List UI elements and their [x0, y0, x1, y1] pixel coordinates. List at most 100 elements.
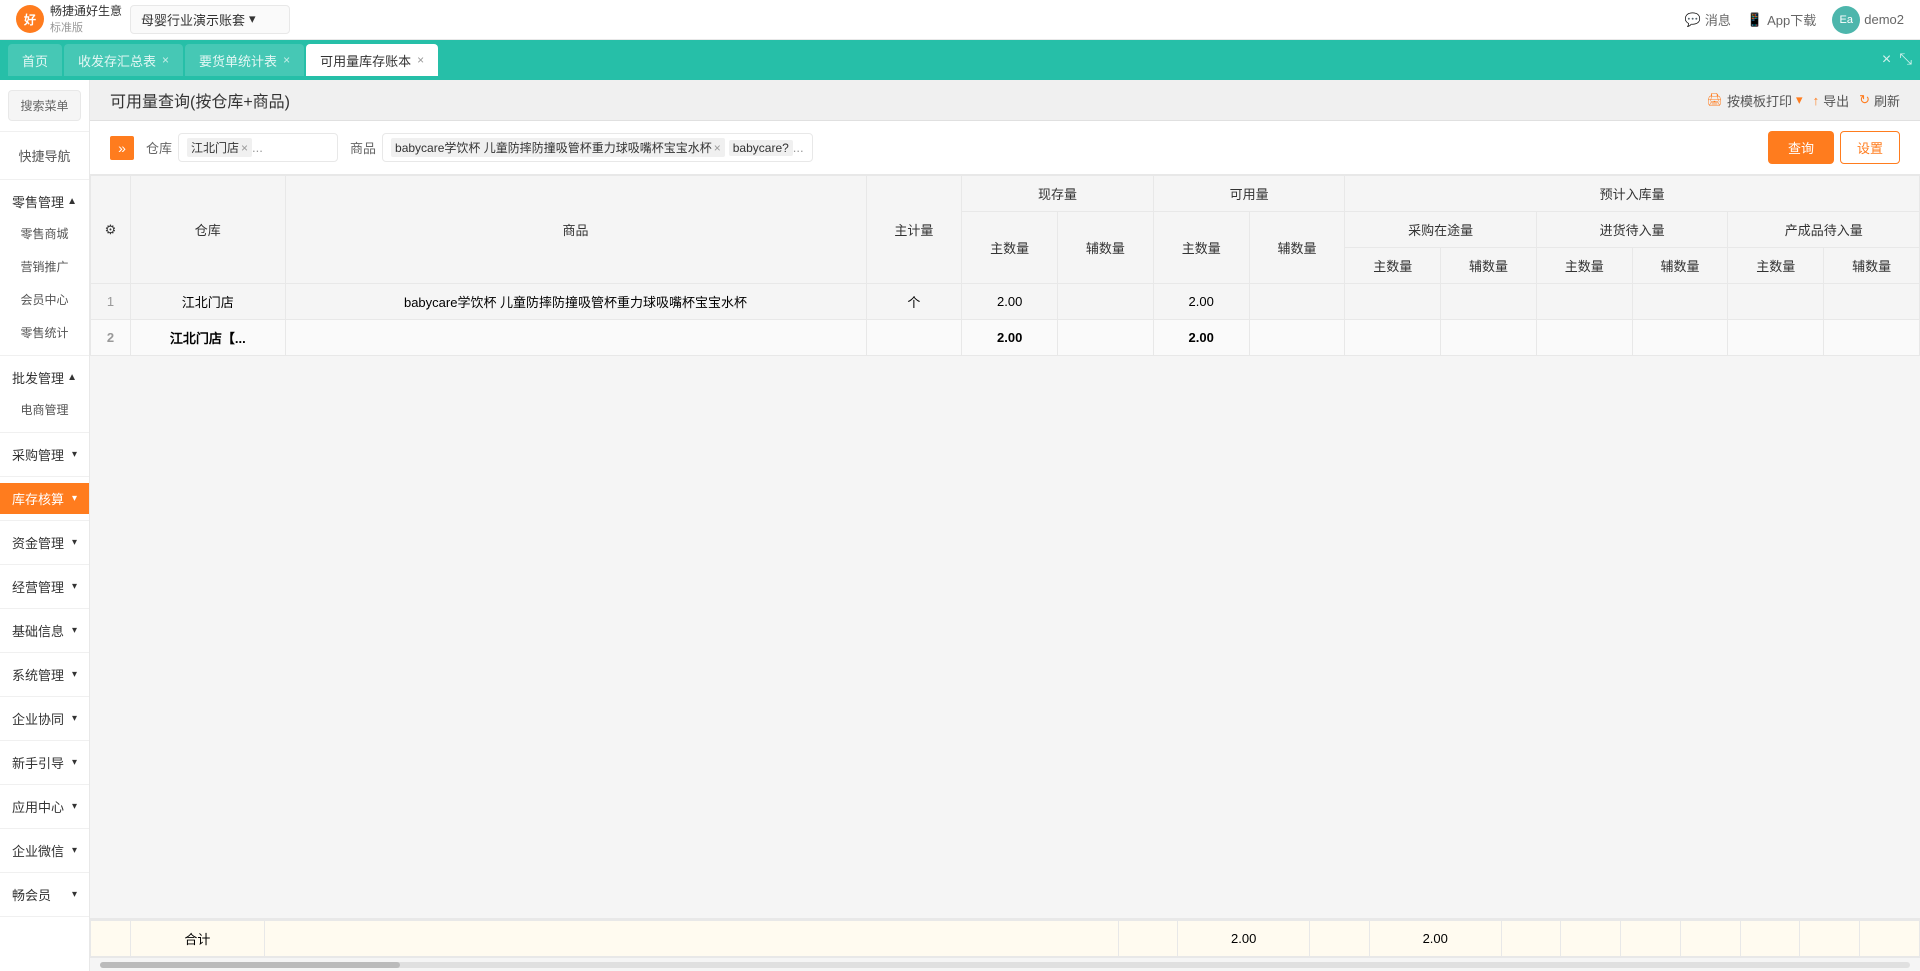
user-menu[interactable]: Ea demo2	[1832, 6, 1904, 34]
window-close-btn[interactable]: ×	[1882, 51, 1891, 69]
sidebar-section-wholesale-title[interactable]: 批发管理 ▲	[0, 362, 89, 393]
sidebar-ops-caret: ▾	[72, 581, 77, 592]
sidebar-section-newguide-label: 新手引导	[12, 753, 64, 772]
warehouse-tag-remove[interactable]: ×	[241, 141, 248, 155]
table-row: 1 江北门店 babycare学饮杯 儿童防摔防撞吸管杯重力球吸嘴杯宝宝水杯 个…	[91, 284, 1920, 320]
query-btn[interactable]: 查询	[1768, 131, 1834, 164]
refresh-icon: ↻	[1859, 92, 1870, 108]
sidebar-item-retail-stats[interactable]: 零售统计	[0, 316, 89, 349]
filter-expand-btn[interactable]: »	[110, 136, 134, 160]
th-arrival-main: 主数量	[1536, 248, 1632, 284]
warehouse-dots[interactable]: ...	[252, 140, 263, 155]
sidebar-ent-wechat-caret: ▾	[72, 845, 77, 856]
th-product-in-aux: 辅数量	[1824, 248, 1920, 284]
tab-home[interactable]: 首页	[8, 44, 62, 76]
sidebar-section-ent-wechat-title[interactable]: 企业微信 ▾	[0, 835, 89, 866]
sidebar-section-retail-label: 零售管理	[12, 192, 64, 211]
sidebar-section-purchase-title[interactable]: 采购管理 ▾	[0, 439, 89, 470]
sidebar-section-enterprise-title[interactable]: 企业协同 ▾	[0, 703, 89, 734]
sidebar-section-enterprise-label: 企业协同	[12, 709, 64, 728]
sidebar-section-wholesale: 批发管理 ▲ 电商管理	[0, 356, 89, 433]
row-1-avail-aux	[1249, 284, 1345, 320]
sidebar-section-appcenter-title[interactable]: 应用中心 ▾	[0, 791, 89, 822]
window-controls: × ⤡	[1882, 51, 1912, 69]
sidebar-item-members[interactable]: 会员中心	[0, 283, 89, 316]
tab-stock-summary-close[interactable]: ×	[162, 53, 169, 67]
total-empty-2	[264, 921, 1118, 957]
horizontal-scrollbar[interactable]	[90, 957, 1920, 971]
export-btn[interactable]: ↑ 导出	[1813, 91, 1850, 110]
sidebar-item-ecommerce[interactable]: 电商管理	[0, 393, 89, 426]
row-1-product-in-main	[1728, 284, 1824, 320]
sidebar-section-retail-title[interactable]: 零售管理 ▲	[0, 186, 89, 217]
app-download-btn[interactable]: 📱 App下载	[1747, 10, 1816, 29]
th-expected-in: 预计入库量	[1345, 176, 1920, 212]
row-2-stock-main: 2.00	[962, 320, 1058, 356]
sidebar-item-quicknav[interactable]: 快捷导航	[0, 138, 89, 173]
th-stock: 现存量	[962, 176, 1154, 212]
product-tag-1-remove[interactable]: ×	[714, 141, 721, 155]
sidebar-item-retail-shop[interactable]: 零售商城	[0, 217, 89, 250]
sidebar-section-stock-title[interactable]: 库存核算 ▾	[0, 483, 89, 514]
org-selector[interactable]: 母婴行业演示账套 ▾	[130, 5, 290, 34]
warehouse-input[interactable]: 江北门店 × ...	[178, 133, 338, 162]
total-arrival-main	[1680, 921, 1740, 957]
th-warehouse: 仓库	[131, 176, 286, 284]
org-name: 母婴行业演示账套	[141, 10, 245, 29]
tab-order-stats-close[interactable]: ×	[283, 53, 290, 67]
product-input[interactable]: babycare学饮杯 儿童防摔防撞吸管杯重力球吸嘴杯宝宝水杯 × babyca…	[382, 133, 813, 162]
org-dropdown-icon: ▾	[249, 11, 256, 27]
table-footer: 合计 2.00 2.00	[90, 918, 1920, 957]
scrollbar-track	[100, 962, 1910, 968]
row-2-stock-aux	[1058, 320, 1154, 356]
th-transit-main: 主数量	[1345, 248, 1441, 284]
row-2-warehouse: 江北门店【...	[131, 320, 286, 356]
tab-available-stock[interactable]: 可用量库存账本 ×	[306, 44, 438, 76]
row-1-unit: 个	[866, 284, 962, 320]
sidebar-section-changyuanyin-title[interactable]: 畅会员 ▾	[0, 879, 89, 910]
sidebar-section-ent-wechat: 企业微信 ▾	[0, 829, 89, 873]
total-row: 合计 2.00 2.00	[91, 921, 1920, 957]
tab-stock-summary[interactable]: 收发存汇总表 ×	[64, 44, 183, 76]
app-label: App下载	[1767, 10, 1816, 29]
product-tag-1: babycare学饮杯 儿童防摔防撞吸管杯重力球吸嘴杯宝宝水杯 ×	[391, 138, 725, 157]
sidebar-changyuanyin-caret: ▾	[72, 889, 77, 900]
sidebar-stock-caret: ▾	[72, 493, 77, 504]
th-stock-aux: 辅数量	[1058, 212, 1154, 284]
row-1-product: babycare学饮杯 儿童防摔防撞吸管杯重力球吸嘴杯宝宝水杯	[285, 284, 866, 320]
row-2-product-in-main	[1728, 320, 1824, 356]
sidebar-section-newguide-title[interactable]: 新手引导 ▾	[0, 747, 89, 778]
table-row: 2 江北门店【... 2.00 2.00	[91, 320, 1920, 356]
logo-text: 畅捷通好生意	[50, 4, 122, 18]
scrollbar-thumb[interactable]	[100, 962, 400, 968]
total-transit-aux	[1621, 921, 1681, 957]
row-1-num: 1	[91, 284, 131, 320]
th-settings[interactable]: ⚙	[91, 176, 131, 284]
th-stock-main: 主数量	[962, 212, 1058, 284]
tab-available-stock-close[interactable]: ×	[417, 53, 424, 67]
nav-tabs: 首页 收发存汇总表 × 要货单统计表 × 可用量库存账本 × × ⤡	[0, 40, 1920, 80]
product-tag-2-value: babycare?	[733, 141, 789, 155]
template-print-btn[interactable]: 🖨 按模板打印 ▾	[1707, 91, 1803, 110]
product-dots[interactable]: ...	[793, 140, 804, 155]
app-icon: 📱	[1747, 12, 1763, 28]
tab-order-stats[interactable]: 要货单统计表 ×	[185, 44, 304, 76]
page-header-actions: 🖨 按模板打印 ▾ ↑ 导出 ↻ 刷新	[1707, 91, 1901, 110]
sidebar-section-ops-title[interactable]: 经营管理 ▾	[0, 571, 89, 602]
sidebar-section-sys-title[interactable]: 系统管理 ▾	[0, 659, 89, 690]
refresh-btn[interactable]: ↻ 刷新	[1859, 91, 1900, 110]
message-btn[interactable]: 💬 消息	[1685, 10, 1731, 29]
total-transit-main	[1561, 921, 1621, 957]
row-1-stock-aux	[1058, 284, 1154, 320]
sidebar-section-ops-label: 经营管理	[12, 577, 64, 596]
sidebar-newguide-caret: ▾	[72, 757, 77, 768]
window-restore-btn[interactable]: ⤡	[1899, 51, 1912, 69]
setting-btn[interactable]: 设置	[1840, 131, 1900, 164]
sidebar-section-base-title[interactable]: 基础信息 ▾	[0, 615, 89, 646]
sidebar-search-btn[interactable]: 搜索菜单	[8, 90, 81, 121]
sidebar-section-appcenter-label: 应用中心	[12, 797, 64, 816]
warehouse-filter: 仓库 江北门店 × ...	[146, 133, 338, 162]
sidebar-item-marketing[interactable]: 营销推广	[0, 250, 89, 283]
table-header-row-1: ⚙ 仓库 商品 主计量 现存量 可用量 预计入库量	[91, 176, 1920, 212]
sidebar-section-finance-title[interactable]: 资金管理 ▾	[0, 527, 89, 558]
